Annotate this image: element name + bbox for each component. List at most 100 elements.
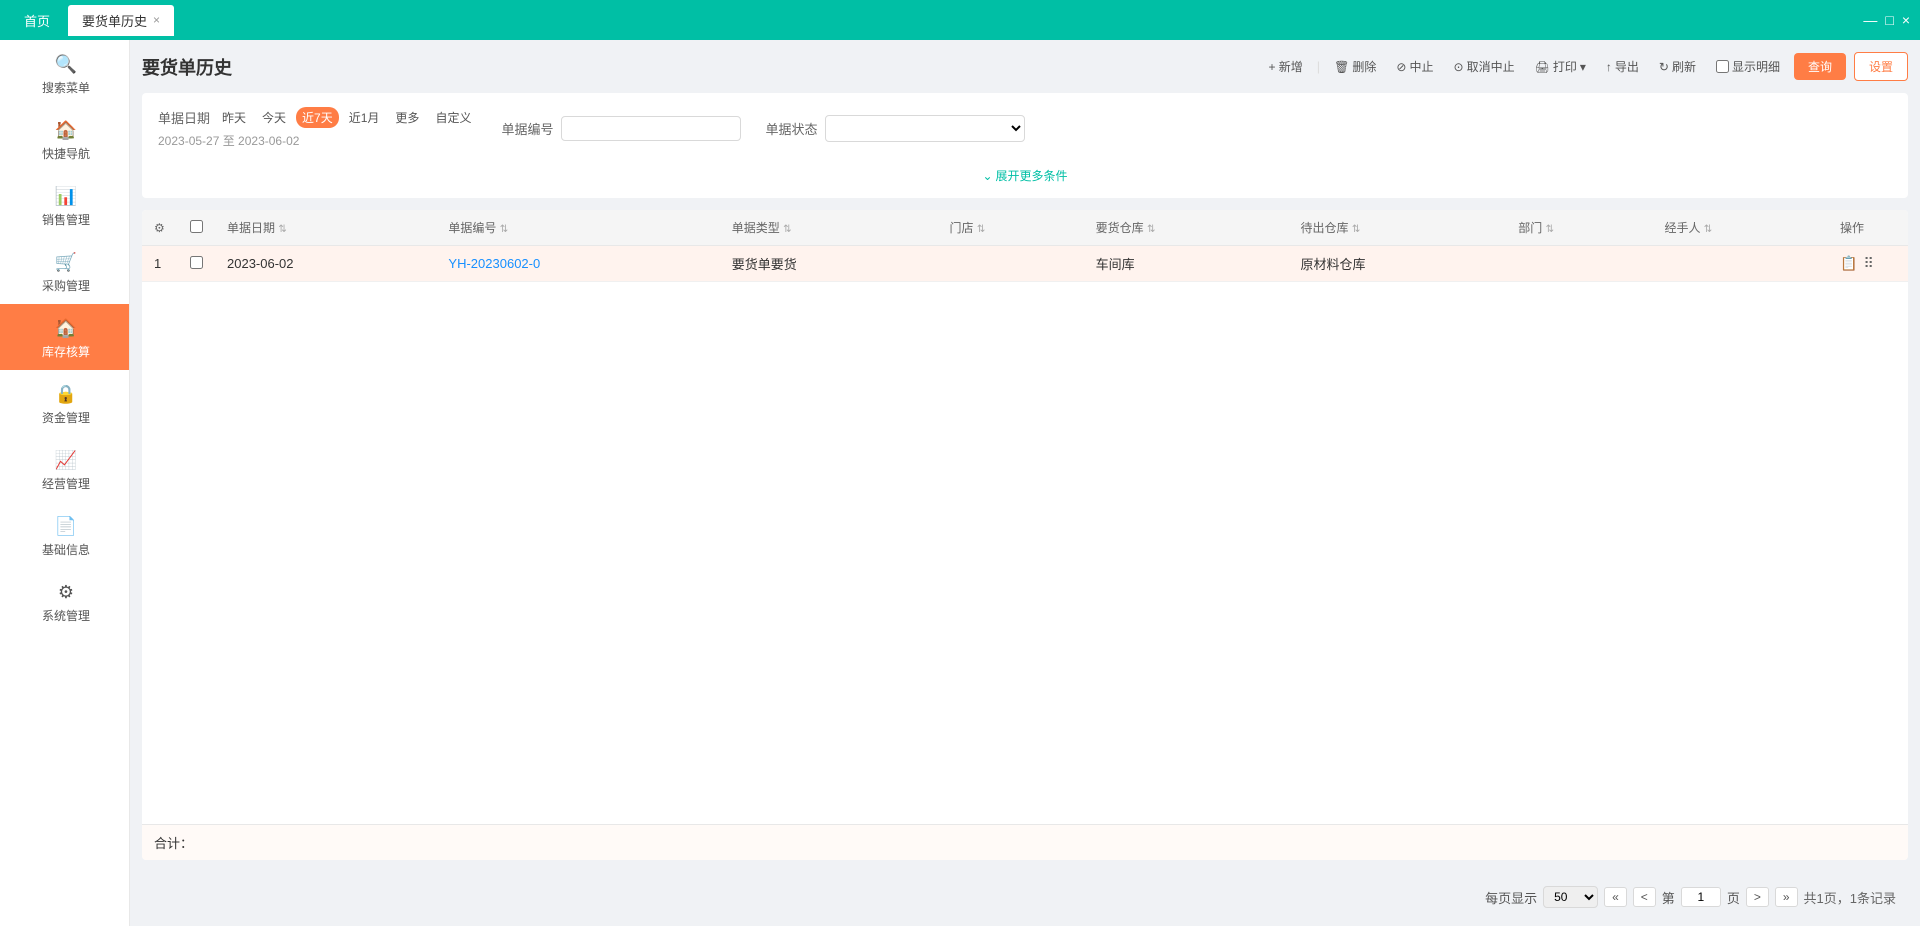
new-button[interactable]: + 新增 — [1262, 54, 1308, 79]
export-icon: ↑ — [1606, 60, 1612, 74]
finance-mgmt-icon: 🔒 — [55, 384, 77, 405]
sort-handler-icon: ⇅ — [1704, 224, 1712, 235]
sidebar-item-ops-mgmt[interactable]: 📈 经营管理 — [0, 436, 129, 502]
sidebar-item-search-menu[interactable]: 🔍 搜索菜单 — [0, 40, 129, 106]
action-more-icon[interactable]: ⠿ — [1863, 255, 1873, 272]
col-store[interactable]: 门店 ⇅ — [938, 210, 1084, 246]
date-btn-7days[interactable]: 近7天 — [296, 107, 339, 128]
row-handler — [1652, 246, 1828, 282]
sort-store-icon: ⇅ — [977, 224, 985, 235]
sidebar-item-label: 经营管理 — [42, 475, 90, 492]
date-filter-label: 单据日期 — [158, 108, 210, 127]
row-req-warehouse: 车间库 — [1084, 246, 1289, 282]
sidebar-item-basic-info[interactable]: 📄 基础信息 — [0, 502, 129, 568]
sidebar-item-sales-mgmt[interactable]: 📊 销售管理 — [0, 172, 129, 238]
date-btn-today[interactable]: 今天 — [256, 107, 292, 128]
delete-button[interactable]: 🗑 删除 — [1328, 54, 1382, 79]
show-detail-checkbox[interactable]: 显示明细 — [1710, 54, 1786, 79]
col-req-warehouse[interactable]: 要货仓库 ⇅ — [1084, 210, 1289, 246]
active-tab-label: 要货单历史 — [82, 11, 147, 30]
prev-page-button[interactable]: < — [1633, 887, 1656, 907]
refresh-icon: ↻ — [1659, 60, 1669, 74]
sidebar-item-label: 销售管理 — [42, 211, 90, 228]
table-row: 1 2023-06-02 YH-20230602-0 要货单要货 车间库 原材料… — [142, 246, 1908, 282]
col-type[interactable]: 单据类型 ⇅ — [720, 210, 938, 246]
page-suffix: 页 — [1727, 888, 1740, 907]
row-store — [938, 246, 1084, 282]
col-action: 操作 — [1828, 210, 1908, 246]
first-page-button[interactable]: « — [1604, 887, 1627, 907]
date-btn-yesterday[interactable]: 昨天 — [216, 107, 252, 128]
row-select-checkbox[interactable] — [190, 256, 203, 269]
sidebar-item-system-mgmt[interactable]: ⚙ 系统管理 — [0, 568, 129, 634]
content-area: 要货单历史 + 新增 | 🗑 删除 ⊘ 中止 ⊙ 取消中止 🖨 — [130, 40, 1920, 926]
row-index: 1 — [142, 246, 178, 282]
sidebar-item-inventory[interactable]: 🏠 库存核算 — [0, 304, 129, 370]
page-size-label: 每页显示 — [1485, 888, 1537, 907]
system-mgmt-icon: ⚙ — [58, 582, 74, 603]
sidebar-item-purchase-mgmt[interactable]: 🛒 采购管理 — [0, 238, 129, 304]
col-settings[interactable]: ⚙ — [142, 210, 178, 246]
stop-icon: ⊘ — [1396, 60, 1406, 74]
table-footer: 合计： — [142, 824, 1908, 860]
date-btn-more[interactable]: 更多 — [389, 107, 425, 128]
select-all-checkbox[interactable] — [190, 220, 203, 233]
sidebar-item-finance-mgmt[interactable]: 🔒 资金管理 — [0, 370, 129, 436]
orderno-input[interactable] — [561, 116, 741, 141]
filter-row-main: 单据日期 昨天 今天 近7天 近1月 更多 自定义 202 — [158, 107, 1892, 149]
query-button[interactable]: 查询 — [1794, 53, 1846, 80]
expand-more-button[interactable]: ⌄ 展开更多条件 — [982, 167, 1067, 184]
print-button[interactable]: 🖨 打印 ▾ — [1529, 54, 1592, 79]
page-header: 要货单历史 + 新增 | 🗑 删除 ⊘ 中止 ⊙ 取消中止 🖨 — [142, 52, 1908, 81]
row-dept — [1506, 246, 1652, 282]
status-label: 单据状态 — [765, 119, 817, 138]
refresh-button[interactable]: ↻ 刷新 — [1653, 54, 1702, 79]
row-no-link[interactable]: YH-20230602-0 — [448, 256, 540, 271]
action-edit-icon[interactable]: 📋 — [1840, 255, 1857, 272]
ops-mgmt-icon: 📈 — [55, 450, 77, 471]
next-page-button[interactable]: > — [1746, 887, 1769, 907]
page-label: 第 — [1662, 888, 1675, 907]
page-number-input[interactable] — [1681, 887, 1721, 907]
basic-info-icon: 📄 — [55, 516, 77, 537]
page-size-select[interactable]: 50 100 200 — [1543, 886, 1598, 908]
col-pending-warehouse[interactable]: 待出仓库 ⇅ — [1289, 210, 1507, 246]
status-select[interactable] — [825, 115, 1025, 142]
tab-home[interactable]: 首页 — [10, 5, 64, 36]
col-checkbox — [178, 210, 215, 246]
cancel-stop-button[interactable]: ⊙ 取消中止 — [1448, 54, 1521, 79]
col-dept[interactable]: 部门 ⇅ — [1506, 210, 1652, 246]
sidebar-item-label: 基础信息 — [42, 541, 90, 558]
export-button[interactable]: ↑ 导出 — [1600, 54, 1645, 79]
toolbar: + 新增 | 🗑 删除 ⊘ 中止 ⊙ 取消中止 🖨 打印 ▾ — [1262, 52, 1908, 81]
tab-active[interactable]: 要货单历史 × — [68, 5, 174, 36]
filter-orderno-item: 单据编号 — [501, 116, 741, 141]
close-tab-icon[interactable]: × — [153, 13, 160, 27]
col-no[interactable]: 单据编号 ⇅ — [436, 210, 719, 246]
date-shortcuts: 昨天 今天 近7天 近1月 更多 自定义 — [216, 107, 477, 128]
col-date[interactable]: 单据日期 ⇅ — [215, 210, 436, 246]
sidebar-item-label: 资金管理 — [42, 409, 90, 426]
top-bar: 首页 要货单历史 × — □ × — [0, 0, 1920, 40]
date-btn-1month[interactable]: 近1月 — [343, 107, 386, 128]
row-no: YH-20230602-0 — [436, 246, 719, 282]
last-page-button[interactable]: » — [1775, 887, 1798, 907]
col-handler[interactable]: 经手人 ⇅ — [1652, 210, 1828, 246]
minimize-icon[interactable]: — — [1863, 12, 1877, 28]
settings-button[interactable]: 设置 — [1854, 52, 1908, 81]
stop-button[interactable]: ⊘ 中止 — [1390, 54, 1439, 79]
sidebar-item-label: 快捷导航 — [42, 145, 90, 162]
filter-status-item: 单据状态 — [765, 115, 1025, 142]
close-window-icon[interactable]: × — [1902, 12, 1910, 28]
maximize-icon[interactable]: □ — [1885, 12, 1893, 28]
row-pending-warehouse: 原材料仓库 — [1289, 246, 1507, 282]
orderno-label: 单据编号 — [501, 119, 553, 138]
search-menu-icon: 🔍 — [55, 54, 77, 75]
show-detail-input[interactable] — [1716, 60, 1729, 73]
sidebar-item-label: 系统管理 — [42, 607, 90, 624]
sidebar-item-quick-nav[interactable]: 🏠 快捷导航 — [0, 106, 129, 172]
date-btn-custom[interactable]: 自定义 — [429, 107, 477, 128]
row-checkbox[interactable] — [178, 246, 215, 282]
cancel-stop-icon: ⊙ — [1454, 60, 1464, 74]
data-table: ⚙ 单据日期 ⇅ 单据编号 ⇅ 单据类型 ⇅ 门店 ⇅ 要货仓库 ⇅ 待出仓库 … — [142, 210, 1908, 282]
